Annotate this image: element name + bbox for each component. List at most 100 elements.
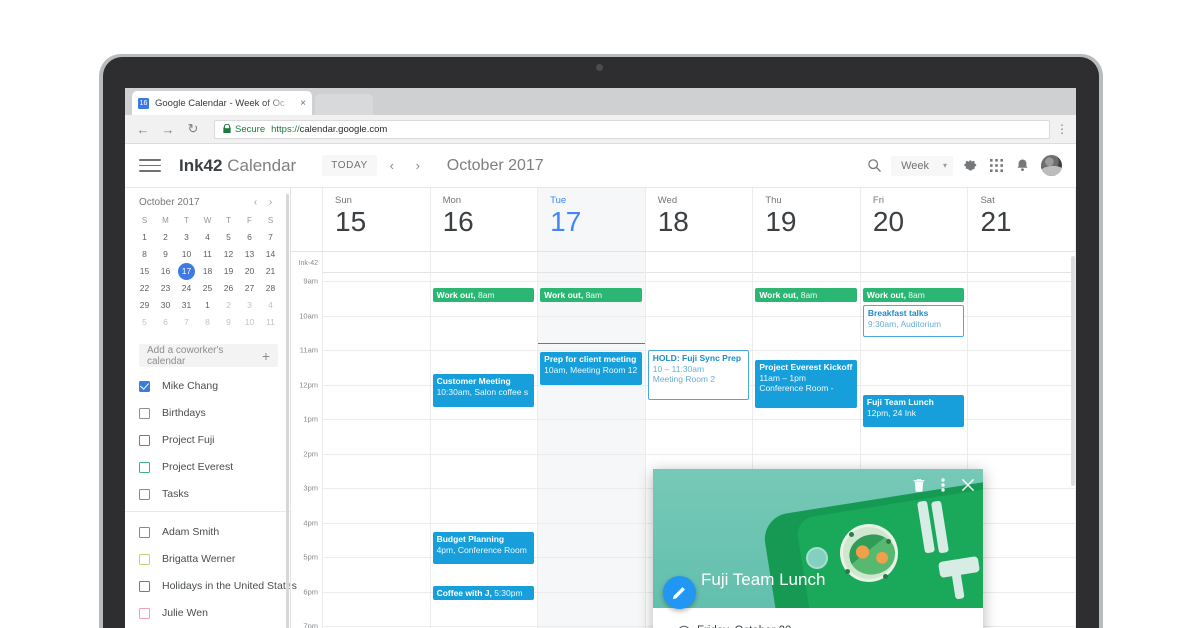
search-icon[interactable]	[861, 153, 887, 179]
forward-icon[interactable]: →	[158, 119, 178, 139]
allday-band[interactable]	[323, 252, 430, 273]
calendar-checkbox[interactable]	[139, 553, 150, 565]
browser-tab[interactable]: 16 Google Calendar - Week of Oc ×	[132, 91, 312, 115]
address-bar[interactable]: Secure https:// calendar.google.com	[214, 119, 1050, 139]
day-header-sun[interactable]: Sun 15	[323, 188, 431, 251]
add-coworker-calendar-input[interactable]: Add a coworker's calendar +	[139, 344, 278, 367]
day-column-sun[interactable]	[323, 252, 431, 628]
browser-menu-icon[interactable]: ⋮	[1056, 122, 1068, 136]
mini-calendar-day[interactable]: 5	[218, 230, 239, 245]
mini-calendar-grid[interactable]: S M T W T F S 1 2 3 4 5 6 7 8 9 10 11 12 13 14 15 16 17 18 19 20 21…	[125, 213, 290, 330]
calendar-event[interactable]: Breakfast talks 9:30am, Auditorium	[862, 305, 965, 337]
allday-band[interactable]	[645, 252, 753, 273]
calendar-checkbox[interactable]	[139, 434, 150, 446]
mini-calendar-day[interactable]: 13	[239, 247, 260, 262]
mini-calendar-day[interactable]: 30	[155, 298, 176, 313]
mini-calendar-day[interactable]: 26	[218, 281, 239, 296]
mini-calendar-day[interactable]: 10	[176, 247, 197, 262]
mini-calendar-day[interactable]: 11	[260, 315, 281, 330]
calendar-event[interactable]: Customer Meeting 10:30am, Salon coffee s	[432, 374, 535, 407]
calendar-scrollbar[interactable]	[1071, 256, 1075, 486]
calendar-checkbox[interactable]	[139, 380, 150, 392]
mini-next-icon[interactable]: ›	[263, 197, 278, 208]
hamburger-menu-icon[interactable]	[139, 159, 161, 172]
calendar-checkbox[interactable]	[139, 407, 150, 419]
allday-band[interactable]	[753, 252, 860, 273]
apps-grid-icon[interactable]	[983, 153, 1009, 179]
my-calendar-item[interactable]: Mike Chang	[125, 376, 290, 396]
notification-bell-icon[interactable]	[1009, 153, 1035, 179]
mini-calendar-day[interactable]: 9	[155, 247, 176, 262]
mini-calendar-day[interactable]: 6	[155, 315, 176, 330]
mini-prev-icon[interactable]: ‹	[248, 197, 263, 208]
mini-calendar-day[interactable]: 3	[176, 230, 197, 245]
back-icon[interactable]: ←	[133, 119, 153, 139]
calendar-event[interactable]: Coffee with J, 5:30pm	[432, 586, 535, 600]
calendar-checkbox[interactable]	[139, 526, 150, 538]
calendar-checkbox[interactable]	[139, 488, 150, 500]
mini-calendar-day[interactable]: 28	[260, 281, 281, 296]
mini-calendar-day[interactable]: 8	[134, 247, 155, 262]
allday-band[interactable]	[860, 252, 968, 273]
day-header-wed[interactable]: Wed 18	[646, 188, 754, 251]
mini-calendar-day[interactable]: 11	[197, 247, 218, 262]
gear-icon[interactable]	[957, 153, 983, 179]
calendar-event[interactable]: Fuji Team Lunch 12pm, 24 Ink	[862, 395, 965, 427]
mini-calendar-day[interactable]: 3	[239, 298, 260, 313]
reload-icon[interactable]: ↻	[183, 119, 203, 139]
mini-calendar-day[interactable]: 2	[155, 230, 176, 245]
allday-band[interactable]	[968, 252, 1076, 273]
other-calendar-item[interactable]: Brigatta Werner	[125, 549, 290, 569]
mini-calendar-day[interactable]: 6	[239, 230, 260, 245]
view-selector[interactable]: Week ▾	[891, 155, 953, 176]
day-column-sat[interactable]	[968, 252, 1076, 628]
calendar-event[interactable]: Work out, 8am	[862, 288, 965, 302]
close-popup-icon[interactable]	[961, 478, 975, 492]
allday-band[interactable]	[538, 252, 645, 273]
mini-calendar-day[interactable]: 2	[218, 298, 239, 313]
mini-calendar-day[interactable]: 14	[260, 247, 281, 262]
mini-calendar-day[interactable]: 31	[176, 298, 197, 313]
mini-calendar-day[interactable]: 16	[155, 264, 176, 279]
my-calendar-item[interactable]: Project Everest	[125, 457, 290, 477]
event-detail-popup[interactable]: Fuji Team Lunch Friday, October 20 12:00…	[653, 469, 983, 628]
mini-calendar-day[interactable]: 5	[134, 315, 155, 330]
mini-calendar-day[interactable]: 22	[134, 281, 155, 296]
edit-event-button[interactable]	[663, 576, 696, 609]
next-week-button[interactable]: ›	[407, 158, 429, 173]
close-icon[interactable]: ×	[300, 98, 306, 109]
day-column-mon[interactable]: Work out, 8am Customer Meeting 10:30am, Sa…	[430, 252, 539, 628]
mini-calendar-day[interactable]: 1	[134, 230, 155, 245]
mini-calendar-day[interactable]: 10	[239, 315, 260, 330]
calendar-checkbox[interactable]	[139, 580, 150, 592]
calendar-checkbox[interactable]	[139, 607, 150, 619]
mini-calendar-day[interactable]: 9	[218, 315, 239, 330]
day-header-sat[interactable]: Sat 21	[968, 188, 1076, 251]
day-header-fri[interactable]: Fri 20	[861, 188, 969, 251]
day-header-thu[interactable]: Thu 19	[753, 188, 861, 251]
calendar-event[interactable]: Work out, 8am	[432, 288, 535, 302]
calendar-event[interactable]: Work out, 8am	[540, 288, 642, 302]
day-column-tue[interactable]: Work out, 8am Prep for client meeting 10am…	[538, 252, 646, 628]
day-header-tue[interactable]: Tue 17	[538, 188, 646, 251]
new-tab-area[interactable]	[315, 94, 373, 115]
mini-calendar-day[interactable]: 27	[239, 281, 260, 296]
today-button[interactable]: TODAY	[322, 155, 377, 176]
other-calendar-item[interactable]: Holidays in the United States	[125, 576, 297, 596]
mini-calendar-day[interactable]: 21	[260, 264, 281, 279]
delete-icon[interactable]	[913, 478, 925, 492]
calendar-event[interactable]: HOLD: Fuji Sync Prep 10 – 11:30am Meeting …	[647, 350, 750, 400]
calendar-event[interactable]: Prep for client meeting 10am, Meeting Roo…	[540, 352, 642, 385]
mini-calendar-day[interactable]: 23	[155, 281, 176, 296]
day-header-mon[interactable]: Mon 16	[431, 188, 539, 251]
mini-calendar-day[interactable]: 1	[197, 298, 218, 313]
mini-calendar-day[interactable]: 20	[239, 264, 260, 279]
mini-calendar-day[interactable]: 15	[134, 264, 155, 279]
other-calendar-item[interactable]: Adam Smith	[125, 522, 290, 542]
prev-week-button[interactable]: ‹	[381, 158, 403, 173]
mini-calendar-day[interactable]: 18	[197, 264, 218, 279]
mini-calendar-day[interactable]: 19	[218, 264, 239, 279]
calendar-event[interactable]: Project Everest Kickoff 11am – 1pm Confere…	[755, 360, 857, 408]
mini-calendar-day[interactable]: 8	[197, 315, 218, 330]
my-calendar-item[interactable]: Birthdays	[125, 403, 290, 423]
